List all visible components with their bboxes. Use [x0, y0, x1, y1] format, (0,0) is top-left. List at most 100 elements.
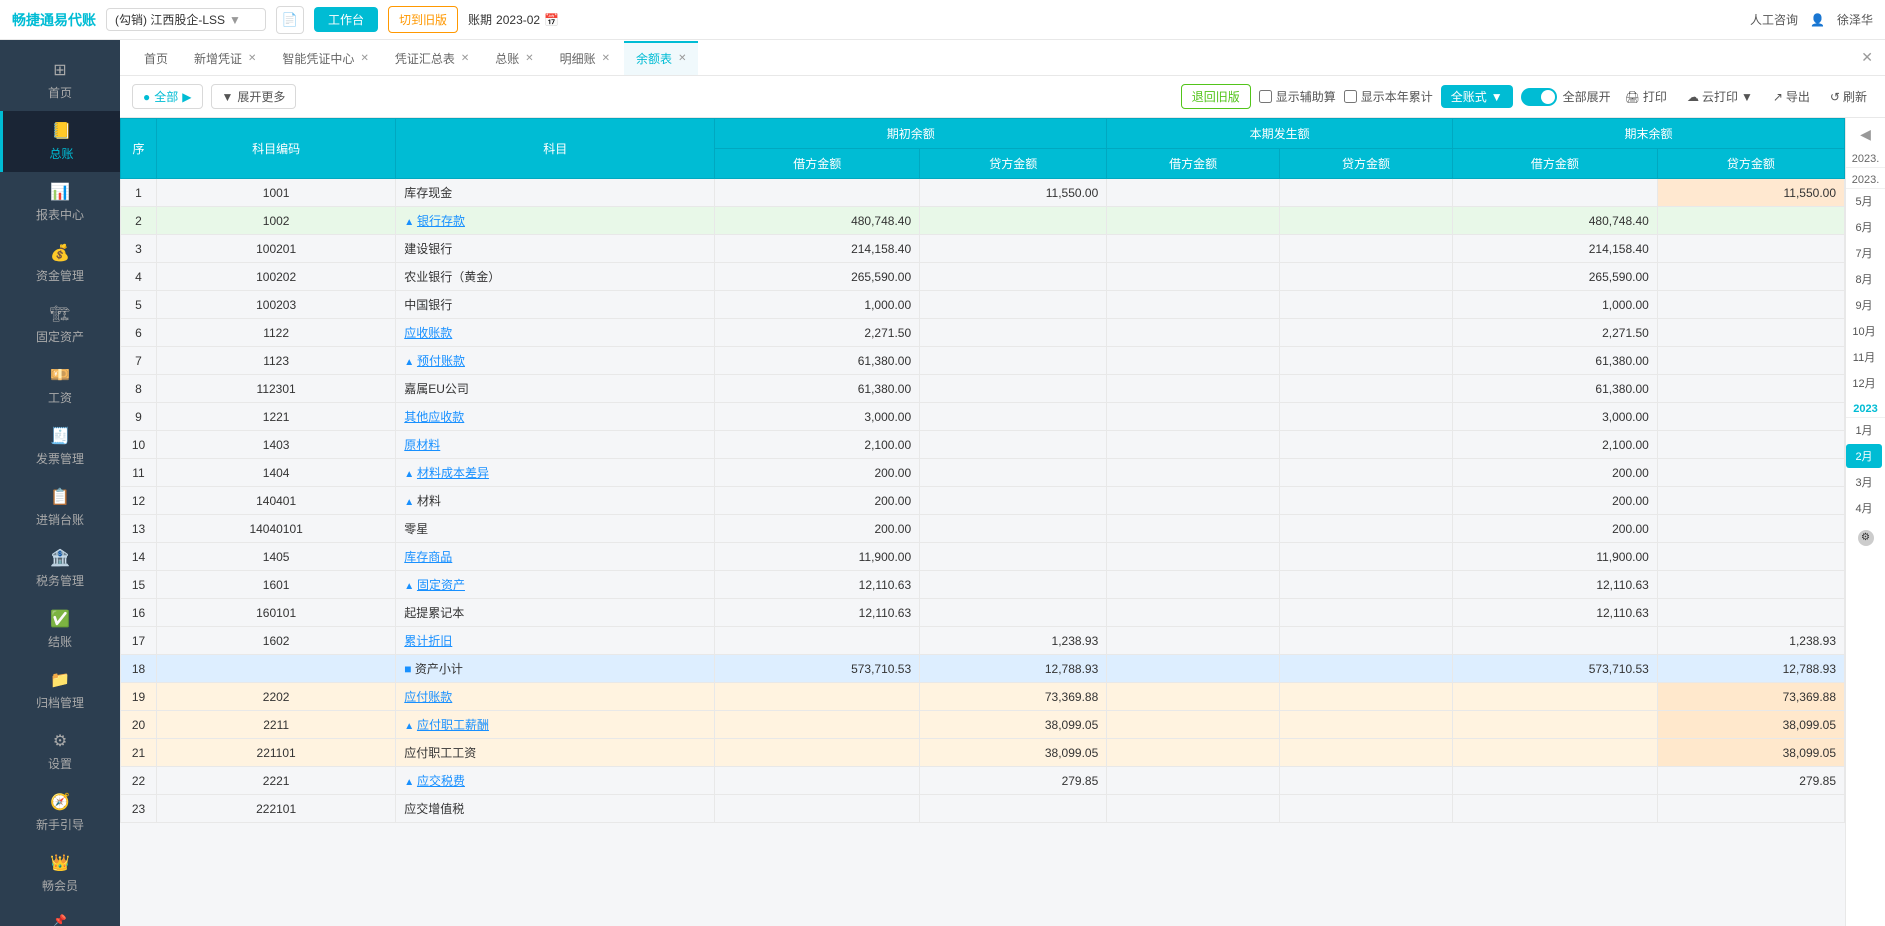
balance-table: 序 科目编码 科目 期初余额 本期发生额 期末余额 借方金额 贷方金额 借方金额	[120, 118, 1845, 823]
cell-name[interactable]: ▲ 银行存款	[396, 207, 715, 235]
cell-open-debit: 573,710.53	[715, 655, 920, 683]
sidebar-item-home[interactable]: ⊞ 首页	[0, 50, 120, 111]
switch-version-button[interactable]: 切到旧版	[388, 6, 458, 33]
filter-arrow-icon: ▶	[182, 90, 191, 104]
month-aug[interactable]: 8月	[1846, 267, 1882, 291]
expand-icon[interactable]: ▲	[404, 581, 417, 592]
cell-name[interactable]: ▲ 应付职工薪酬	[396, 711, 715, 739]
cell-name[interactable]: ▲ 固定资产	[396, 571, 715, 599]
cell-name[interactable]: ▲ 应交税费	[396, 767, 715, 795]
panel-toggle-icon[interactable]: ◀	[1860, 126, 1871, 143]
cell-open-credit	[920, 795, 1107, 823]
tab-smart-close[interactable]: ✕	[360, 53, 368, 64]
tab-ledger-close[interactable]: ✕	[525, 53, 533, 64]
month-may[interactable]: 5月	[1846, 189, 1882, 213]
sidebar-item-capital[interactable]: 💰 资金管理	[0, 233, 120, 294]
tab-home[interactable]: 首页	[132, 41, 180, 75]
month-feb[interactable]: 2月	[1846, 444, 1882, 468]
tab-voucher-summary[interactable]: 凭证汇总表 ✕	[383, 41, 481, 75]
table-row: 11001库存现金11,550.0011,550.00	[121, 179, 1845, 207]
tab-ledger[interactable]: 总账 ✕	[483, 41, 545, 75]
cell-name[interactable]: 应付账款	[396, 683, 715, 711]
expand-icon[interactable]: ▲	[404, 721, 417, 732]
calendar-icon[interactable]: 📅	[544, 13, 559, 27]
close-all-tabs[interactable]: ✕	[1861, 49, 1873, 66]
sidebar-item-member[interactable]: 👑 畅会员	[0, 843, 120, 904]
tab-new-voucher[interactable]: 新增凭证 ✕	[182, 41, 268, 75]
sidebar-item-salary[interactable]: 💴 工资	[0, 355, 120, 416]
table-row: 101403原材料2,100.002,100.00	[121, 431, 1845, 459]
expand-all-toggle[interactable]: 全部展开	[1521, 88, 1611, 106]
cell-curr-credit	[1280, 431, 1453, 459]
cell-name[interactable]: 其他应收款	[396, 403, 715, 431]
sidebar-item-archive[interactable]: 📁 归档管理	[0, 660, 120, 721]
export-button[interactable]: ↗ 导出	[1767, 85, 1816, 108]
sidebar-item-tax[interactable]: 🏦 税务管理	[0, 538, 120, 599]
sidebar-item-guide[interactable]: 🧭 新手引导	[0, 782, 120, 843]
workbench-button[interactable]: 工作台	[314, 7, 378, 32]
month-sep[interactable]: 9月	[1846, 293, 1882, 317]
expand-icon[interactable]: ▲	[404, 469, 417, 480]
sidebar-item-settle[interactable]: ✅ 结账	[0, 599, 120, 660]
account-name: 中国银行	[404, 298, 452, 312]
month-apr[interactable]: 4月	[1846, 496, 1882, 520]
sidebar-item-invoice[interactable]: 🧾 发票管理	[0, 416, 120, 477]
show-ytd-checkbox[interactable]: 显示本年累计	[1344, 88, 1433, 105]
tab-voucher-summary-close[interactable]: ✕	[461, 53, 469, 64]
account-name: 应付职工工资	[404, 746, 476, 760]
expand-icon[interactable]: ▲	[404, 777, 417, 788]
month-dec[interactable]: 12月	[1846, 371, 1882, 395]
show-ytd-input[interactable]	[1344, 90, 1357, 103]
toggle-switch-control[interactable]	[1521, 88, 1557, 106]
balance-table-container[interactable]: 序 科目编码 科目 期初余额 本期发生额 期末余额 借方金额 贷方金额 借方金额	[120, 118, 1845, 926]
panel-settings-icon[interactable]: ⚙	[1858, 530, 1874, 546]
company-selector[interactable]: (勾销) 江西股企-LSS ▼	[106, 8, 266, 31]
settings-circle[interactable]: ⚙	[1858, 530, 1874, 546]
all-filter-button[interactable]: ● 全部 ▶	[132, 84, 203, 109]
month-mar[interactable]: 3月	[1846, 470, 1882, 494]
cell-name[interactable]: ▲ 材料成本差异	[396, 459, 715, 487]
cell-close-credit	[1657, 599, 1844, 627]
cell-seq: 23	[121, 795, 157, 823]
tab-home-label: 首页	[144, 50, 168, 67]
tab-balance-close[interactable]: ✕	[678, 53, 686, 64]
bookmark-icon[interactable]: 📄	[276, 6, 304, 34]
sidebar-item-fixed[interactable]: 🏗 固定资产	[0, 294, 120, 355]
sidebar-item-purchase[interactable]: 📋 进销台账	[0, 477, 120, 538]
service-link[interactable]: 人工咨询	[1750, 11, 1798, 28]
cell-open-credit: 279.85	[920, 767, 1107, 795]
cloud-print-button[interactable]: ☁ 云打印 ▼	[1681, 85, 1759, 108]
cell-name[interactable]: 原材料	[396, 431, 715, 459]
month-jan[interactable]: 1月	[1846, 418, 1882, 442]
tab-smart-center[interactable]: 智能凭证中心 ✕	[270, 41, 380, 75]
month-nov[interactable]: 11月	[1846, 345, 1882, 369]
cell-code: 100201	[157, 235, 396, 263]
month-oct[interactable]: 10月	[1846, 319, 1882, 343]
tab-balance[interactable]: 余额表 ✕	[624, 41, 698, 75]
expand-icon[interactable]: ▲	[404, 357, 417, 368]
tab-detail-close[interactable]: ✕	[602, 53, 610, 64]
cell-name[interactable]: 累计折旧	[396, 627, 715, 655]
return-old-button[interactable]: 退回旧版	[1181, 84, 1251, 109]
tab-detail[interactable]: 明细账 ✕	[548, 41, 622, 75]
expand-icon[interactable]: ▲	[404, 217, 417, 228]
sidebar-pin-button[interactable]: 📌 取消固定	[0, 904, 120, 926]
show-aux-input[interactable]	[1259, 90, 1272, 103]
show-aux-checkbox[interactable]: 显示辅助算	[1259, 88, 1336, 105]
sidebar-item-settings[interactable]: ⚙ 设置	[0, 721, 120, 782]
cell-name[interactable]: 应收账款	[396, 319, 715, 347]
cell-name[interactable]: ▲ 预付账款	[396, 347, 715, 375]
tab-new-voucher-close[interactable]: ✕	[248, 53, 256, 64]
full-mode-button[interactable]: 全账式 ▼	[1441, 85, 1513, 108]
month-jul[interactable]: 7月	[1846, 241, 1882, 265]
print-button[interactable]: 🖨 打印	[1619, 85, 1673, 108]
sidebar-item-ledger[interactable]: 📒 总账	[0, 111, 120, 172]
cell-name[interactable]: ■ 资产小计	[396, 655, 715, 683]
refresh-button[interactable]: ↺ 刷新	[1824, 85, 1873, 108]
expand-more-button[interactable]: ▼ 展开更多	[211, 84, 297, 109]
sidebar-item-report[interactable]: 📊 报表中心	[0, 172, 120, 233]
month-jun[interactable]: 6月	[1846, 215, 1882, 239]
cell-close-credit: 38,099.05	[1657, 711, 1844, 739]
cell-name[interactable]: 库存商品	[396, 543, 715, 571]
expand-icon[interactable]: ▲	[404, 497, 417, 508]
